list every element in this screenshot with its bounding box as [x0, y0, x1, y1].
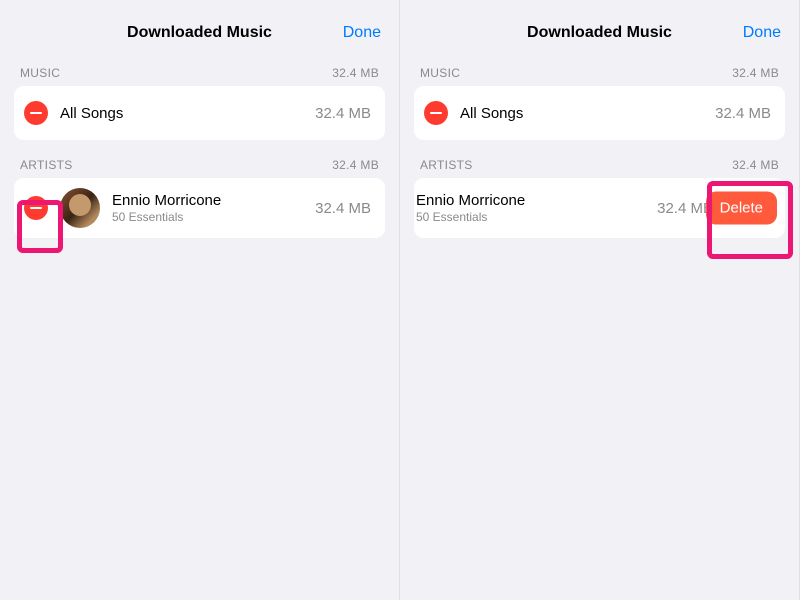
remove-icon[interactable] [24, 196, 48, 220]
artist-row[interactable]: Ennio Morricone 50 Essentials 32.4 MB [414, 178, 727, 238]
section-size: 32.4 MB [732, 66, 779, 80]
row-size: 32.4 MB [657, 200, 713, 217]
section-label: MUSIC [20, 66, 60, 80]
artists-list: Ennio Morricone 50 Essentials 32.4 MB [14, 178, 385, 238]
remove-icon[interactable] [24, 101, 48, 125]
row-text: Ennio Morricone 50 Essentials [416, 192, 657, 224]
row-title: All Songs [60, 105, 315, 122]
done-button[interactable]: Done [743, 24, 781, 42]
artist-name: Ennio Morricone [112, 192, 315, 209]
artist-subtitle: 50 Essentials [112, 210, 315, 224]
section-label: MUSIC [420, 66, 460, 80]
music-list: All Songs 32.4 MB [414, 86, 785, 140]
section-label: ARTISTS [420, 158, 473, 172]
delete-button[interactable]: Delete [706, 192, 777, 225]
music-list: All Songs 32.4 MB [14, 86, 385, 140]
row-text: All Songs [460, 105, 715, 122]
artist-avatar [60, 188, 100, 228]
page-title: Downloaded Music [127, 24, 272, 42]
artist-subtitle: 50 Essentials [416, 210, 657, 224]
row-title: All Songs [460, 105, 715, 122]
all-songs-row[interactable]: All Songs 32.4 MB [14, 86, 385, 140]
panel-edit-list: Downloaded Music Done MUSIC 32.4 MB All … [0, 0, 400, 600]
section-header-artists: ARTISTS 32.4 MB [0, 140, 399, 178]
page-title: Downloaded Music [527, 24, 672, 42]
section-size: 32.4 MB [332, 158, 379, 172]
row-size: 32.4 MB [315, 105, 371, 122]
done-button[interactable]: Done [343, 24, 381, 42]
artist-name: Ennio Morricone [416, 192, 657, 209]
row-size: 32.4 MB [715, 105, 771, 122]
row-text: All Songs [60, 105, 315, 122]
artists-list: Ennio Morricone 50 Essentials 32.4 MB De… [414, 178, 785, 238]
nav-header: Downloaded Music Done [400, 0, 799, 48]
remove-icon[interactable] [424, 101, 448, 125]
nav-header: Downloaded Music Done [0, 0, 399, 48]
row-size: 32.4 MB [315, 200, 371, 217]
section-size: 32.4 MB [332, 66, 379, 80]
panel-swipe-delete: Downloaded Music Done MUSIC 32.4 MB All … [400, 0, 800, 600]
artist-row[interactable]: Ennio Morricone 50 Essentials 32.4 MB [14, 178, 385, 238]
all-songs-row[interactable]: All Songs 32.4 MB [414, 86, 785, 140]
section-header-artists: ARTISTS 32.4 MB [400, 140, 799, 178]
row-text: Ennio Morricone 50 Essentials [112, 192, 315, 224]
section-header-music: MUSIC 32.4 MB [0, 48, 399, 86]
section-header-music: MUSIC 32.4 MB [400, 48, 799, 86]
section-label: ARTISTS [20, 158, 73, 172]
section-size: 32.4 MB [732, 158, 779, 172]
